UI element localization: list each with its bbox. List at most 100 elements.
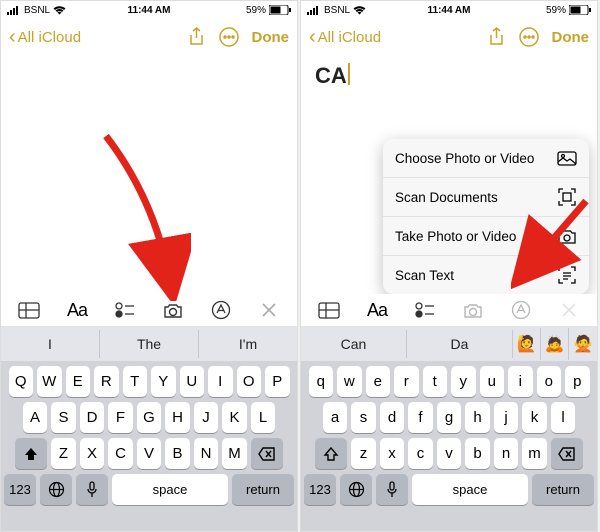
done-button[interactable]: Done [552,29,590,46]
menu-take-photo[interactable]: Take Photo or Video [383,217,589,256]
camera-icon[interactable] [157,294,189,326]
return-key[interactable]: return [532,474,594,505]
share-icon[interactable] [484,24,510,50]
key[interactable]: B [165,438,190,469]
key[interactable]: e [366,366,391,397]
mic-key[interactable] [376,474,408,505]
key[interactable]: d [380,402,405,433]
menu-scan-text[interactable]: Scan Text [383,256,589,294]
key[interactable]: O [237,366,262,397]
table-icon[interactable] [13,294,45,326]
key[interactable]: w [337,366,362,397]
suggestion[interactable]: I'm [199,330,297,358]
key[interactable]: G [137,402,162,433]
key[interactable]: C [108,438,133,469]
format-icon[interactable]: Aa [61,294,93,326]
key[interactable]: v [437,438,462,469]
done-button[interactable]: Done [252,29,290,46]
key[interactable]: A [23,402,48,433]
suggestion[interactable]: Can [301,330,407,358]
checklist-icon[interactable] [409,294,441,326]
key[interactable]: y [451,366,476,397]
suggestion[interactable]: Da [407,330,513,358]
menu-scan-documents[interactable]: Scan Documents [383,178,589,217]
numbers-key[interactable]: 123 [4,474,36,505]
key[interactable]: k [522,402,547,433]
globe-key[interactable] [40,474,72,505]
backspace-key[interactable] [251,438,283,469]
space-key[interactable]: space [112,474,228,505]
more-icon[interactable] [216,24,242,50]
key[interactable]: M [222,438,247,469]
markup-icon[interactable] [205,294,237,326]
key[interactable]: J [194,402,219,433]
key[interactable]: j [494,402,519,433]
key[interactable]: n [494,438,519,469]
key[interactable]: z [351,438,376,469]
back-button[interactable]: ‹ All iCloud [309,27,381,47]
key[interactable]: q [309,366,334,397]
key[interactable]: o [537,366,562,397]
key[interactable]: T [123,366,148,397]
key[interactable]: Z [51,438,76,469]
return-key[interactable]: return [232,474,294,505]
key[interactable]: I [208,366,233,397]
key[interactable]: u [480,366,505,397]
close-icon[interactable] [253,294,285,326]
key[interactable]: m [522,438,547,469]
key[interactable]: W [37,366,62,397]
key[interactable]: Y [151,366,176,397]
key[interactable]: x [380,438,405,469]
key[interactable]: f [408,402,433,433]
key[interactable]: V [137,438,162,469]
keyboard: I The I'm QWERTYUIOP ASDFGHJKL ZXCVBNM 1… [1,326,297,531]
suggestion[interactable]: The [100,330,199,358]
key[interactable]: L [251,402,276,433]
key[interactable]: K [222,402,247,433]
key[interactable]: i [508,366,533,397]
key[interactable]: D [80,402,105,433]
format-icon[interactable]: Aa [361,294,393,326]
key[interactable]: a [323,402,348,433]
suggestion-emoji[interactable]: 🙅 [569,328,597,360]
key[interactable]: b [465,438,490,469]
key[interactable]: N [194,438,219,469]
checklist-icon[interactable] [109,294,141,326]
key[interactable]: l [551,402,576,433]
key[interactable]: h [465,402,490,433]
markup-icon[interactable] [505,294,537,326]
key[interactable]: g [437,402,462,433]
camera-icon[interactable] [457,294,489,326]
back-button[interactable]: ‹ All iCloud [9,27,81,47]
menu-choose-photo[interactable]: Choose Photo or Video [383,139,589,178]
mic-key[interactable] [76,474,108,505]
key[interactable]: R [94,366,119,397]
key[interactable]: P [265,366,290,397]
more-icon[interactable] [516,24,542,50]
share-icon[interactable] [184,24,210,50]
suggestion-emoji[interactable]: 🙇 [541,328,569,360]
note-body[interactable] [1,55,297,299]
key[interactable]: S [51,402,76,433]
shift-key[interactable] [315,438,347,469]
numbers-key[interactable]: 123 [304,474,336,505]
shift-key[interactable] [15,438,47,469]
globe-key[interactable] [340,474,372,505]
suggestion[interactable]: I [1,330,100,358]
space-key[interactable]: space [412,474,528,505]
key[interactable]: s [351,402,376,433]
key[interactable]: F [108,402,133,433]
key[interactable]: E [66,366,91,397]
table-icon[interactable] [313,294,345,326]
suggestion-emoji[interactable]: 🙋 [513,328,541,360]
key[interactable]: H [165,402,190,433]
key[interactable]: Q [9,366,34,397]
key[interactable]: c [408,438,433,469]
backspace-key[interactable] [551,438,583,469]
key[interactable]: r [394,366,419,397]
key[interactable]: U [180,366,205,397]
close-icon[interactable] [553,294,585,326]
key[interactable]: X [80,438,105,469]
key[interactable]: p [565,366,590,397]
key[interactable]: t [423,366,448,397]
